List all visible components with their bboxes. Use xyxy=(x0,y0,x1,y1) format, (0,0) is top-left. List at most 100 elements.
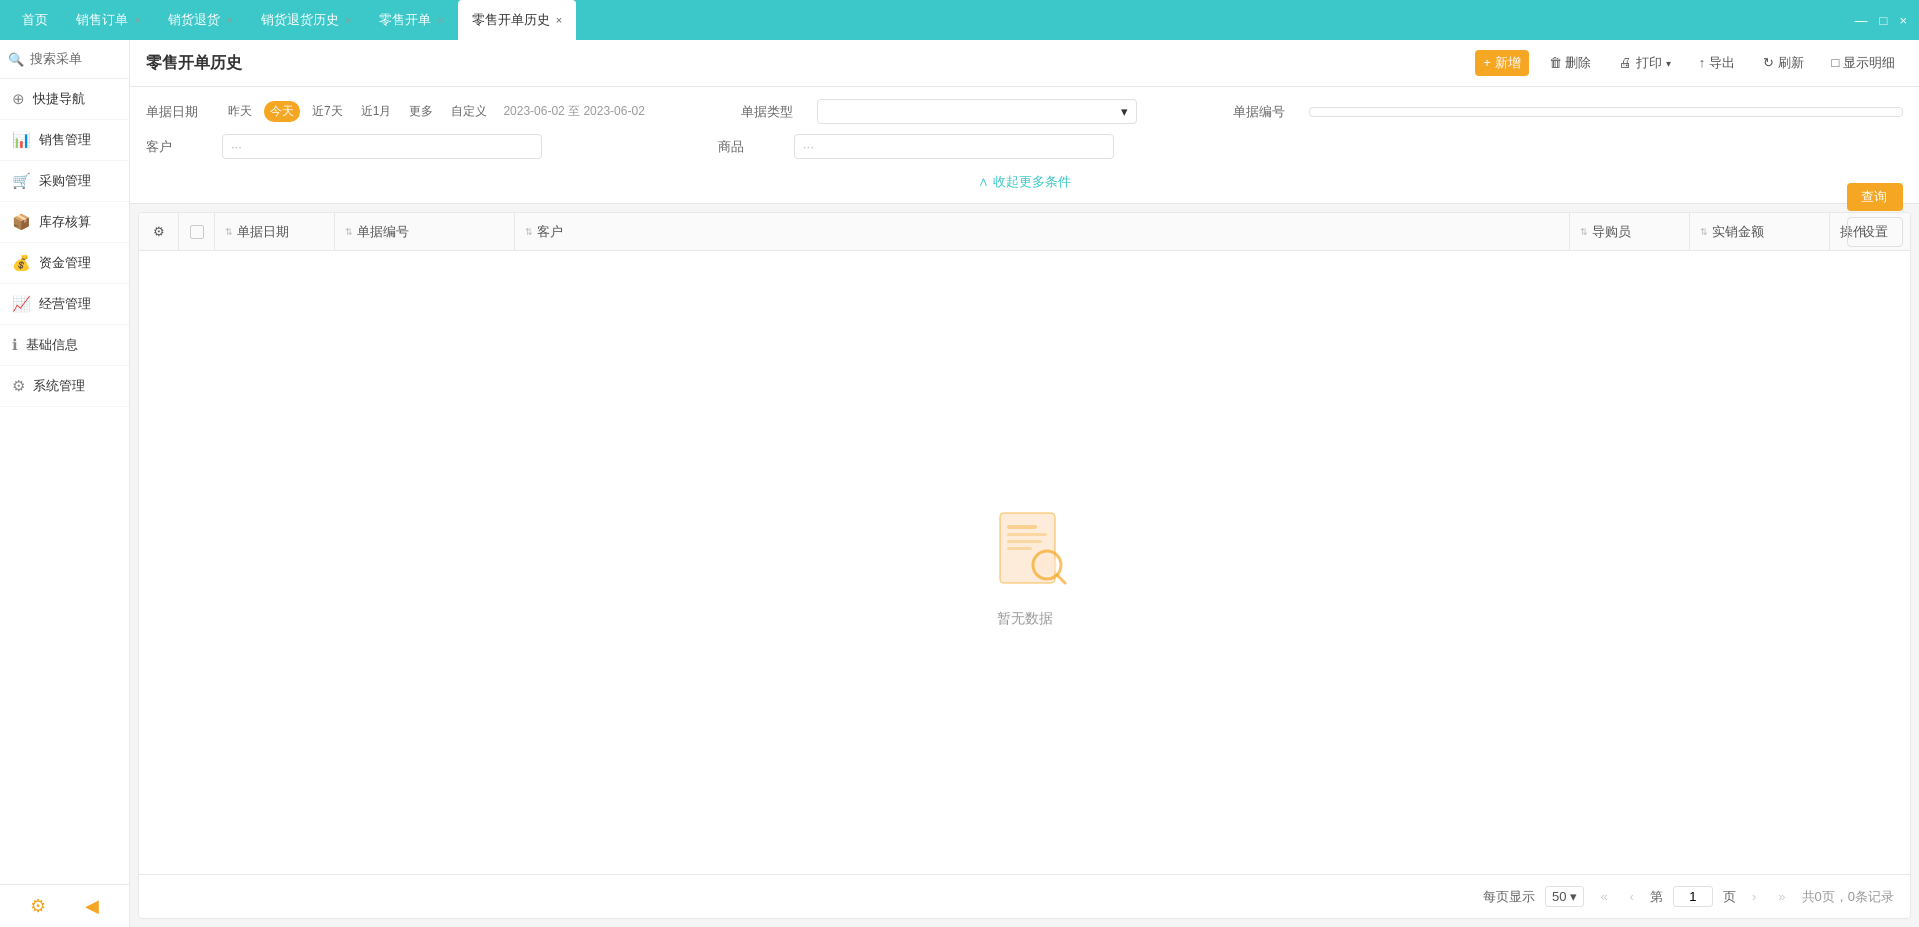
th-number[interactable]: ⇅ 单据编号 xyxy=(335,213,515,250)
th-customer[interactable]: ⇅ 客户 xyxy=(515,213,1570,250)
collapse-row: ∧ 收起更多条件 xyxy=(146,169,1903,191)
export-button[interactable]: ↑ 导出 xyxy=(1691,50,1743,76)
date-opt-custom[interactable]: 自定义 xyxy=(445,101,493,122)
collapse-sidebar-icon[interactable]: ◀ xyxy=(85,895,99,917)
page-page-label: 页 xyxy=(1723,888,1736,906)
query-button[interactable]: 查询 xyxy=(1847,183,1903,211)
nav-tab-close-icon[interactable]: × xyxy=(345,14,351,26)
collapse-button[interactable]: ∧ 收起更多条件 xyxy=(978,173,1071,191)
maximize-btn[interactable]: □ xyxy=(1876,11,1892,30)
sidebar-search-label: 搜索采单 xyxy=(30,50,82,68)
sort-icon-amt: ⇅ xyxy=(1700,227,1708,237)
type-label: 单据类型 xyxy=(741,103,801,121)
th-guide[interactable]: ⇅ 导购员 xyxy=(1570,213,1690,250)
page-title: 零售开单历史 xyxy=(146,53,242,74)
first-page-btn[interactable]: « xyxy=(1594,887,1613,906)
settings-icon: ⚙ xyxy=(153,224,165,239)
add-button[interactable]: + 新增 xyxy=(1475,50,1528,76)
table-header: ⚙ ⇅ 单据日期 ⇅ 单据编号 ⇅ 客户 ⇅ xyxy=(139,213,1910,251)
customer-placeholder: ··· xyxy=(231,139,242,154)
empty-text: 暂无数据 xyxy=(997,610,1053,628)
th-amount[interactable]: ⇅ 实销金额 xyxy=(1690,213,1830,250)
last-page-btn[interactable]: » xyxy=(1772,887,1791,906)
type-select[interactable]: ▾ xyxy=(817,99,1137,124)
svg-rect-2 xyxy=(1007,525,1037,529)
date-opt-1month[interactable]: 近1月 xyxy=(355,101,398,122)
per-page-select[interactable]: 50 ▾ xyxy=(1545,886,1584,907)
date-opt-today[interactable]: 今天 xyxy=(264,101,300,122)
nav-tab-零售开单[interactable]: 零售开单 × xyxy=(365,0,457,40)
nav-tabs: 首页销售订单×销货退货×销货退货历史×零售开单×零售开单历史× xyxy=(8,0,1851,40)
select-all-checkbox[interactable] xyxy=(190,225,204,239)
sidebar-item-采购管理[interactable]: 🛒 采购管理 xyxy=(0,161,129,202)
settings-bottom-icon[interactable]: ⚙ xyxy=(30,895,46,917)
nav-tab-close-icon[interactable]: × xyxy=(437,14,443,26)
sidebar-item-label: 资金管理 xyxy=(39,254,91,272)
per-page-value: 50 xyxy=(1552,889,1566,904)
th-date[interactable]: ⇅ 单据日期 xyxy=(215,213,335,250)
nav-tab-close-icon[interactable]: × xyxy=(226,14,232,26)
sidebar-item-销售管理[interactable]: 📊 销售管理 xyxy=(0,120,129,161)
number-label: 单据编号 xyxy=(1233,103,1293,121)
date-options: 昨天 今天 近7天 近1月 更多 自定义 2023-06-02 至 2023-0… xyxy=(222,101,645,122)
sidebar-item-库存核算[interactable]: 📦 库存核算 xyxy=(0,202,129,243)
sidebar-item-label: 快捷导航 xyxy=(33,90,85,108)
next-page-btn[interactable]: › xyxy=(1746,887,1762,906)
nav-tab-label: 零售开单历史 xyxy=(472,11,550,29)
number-input[interactable] xyxy=(1309,107,1903,117)
nav-tab-close-icon[interactable]: × xyxy=(134,14,140,26)
nav-tab-close-icon[interactable]: × xyxy=(556,14,562,26)
nav-tab-label: 销货退货 xyxy=(168,11,220,29)
top-nav-bar: 首页销售订单×销货退货×销货退货历史×零售开单×零售开单历史× — □ × xyxy=(0,0,1919,40)
date-opt-yesterday[interactable]: 昨天 xyxy=(222,101,258,122)
svg-point-7 xyxy=(1037,555,1057,575)
per-page-label: 每页显示 xyxy=(1483,888,1535,906)
refresh-button[interactable]: ↻ 刷新 xyxy=(1755,50,1812,76)
close-window-btn[interactable]: × xyxy=(1895,11,1911,30)
print-dropdown-icon[interactable]: ▾ xyxy=(1666,58,1671,69)
sidebar-search[interactable]: 🔍 搜索采单 xyxy=(0,40,129,79)
sidebar-item-icon: 📈 xyxy=(12,295,31,313)
minimize-btn[interactable]: — xyxy=(1851,11,1872,30)
customer-input[interactable]: ··· xyxy=(222,134,542,159)
nav-tab-label: 零售开单 xyxy=(379,11,431,29)
filter-row-2: 客户 ··· 商品 ··· xyxy=(146,134,1903,159)
sidebar-item-快捷导航[interactable]: ⊕ 快捷导航 xyxy=(0,79,129,120)
date-opt-more[interactable]: 更多 xyxy=(403,101,439,122)
nav-tab-零售开单历史[interactable]: 零售开单历史 × xyxy=(458,0,576,40)
sidebar-bottom: ⚙ ◀ xyxy=(0,884,129,927)
nav-tab-首页[interactable]: 首页 xyxy=(8,0,62,40)
print-button[interactable]: 🖨 打印 ▾ xyxy=(1611,50,1679,76)
sidebar-item-label: 基础信息 xyxy=(26,336,78,354)
nav-tab-销货退货[interactable]: 销货退货 × xyxy=(154,0,246,40)
th-customer-label: 客户 xyxy=(537,223,563,241)
query-settings-buttons: 查询设置 xyxy=(1847,183,1903,247)
sidebar-item-label: 系统管理 xyxy=(33,377,85,395)
display-detail-button[interactable]: □ 显示明细 xyxy=(1824,50,1903,76)
sidebar-item-系统管理[interactable]: ⚙ 系统管理 xyxy=(0,366,129,407)
sidebar-item-资金管理[interactable]: 💰 资金管理 xyxy=(0,243,129,284)
current-page-input[interactable] xyxy=(1673,886,1713,907)
delete-button[interactable]: 🗑 删除 xyxy=(1541,50,1600,76)
sidebar-item-icon: ⊕ xyxy=(12,90,25,108)
nav-tab-label: 销售订单 xyxy=(76,11,128,29)
sidebar-item-label: 库存核算 xyxy=(39,213,91,231)
th-check[interactable] xyxy=(179,213,215,250)
sidebar-item-经营管理[interactable]: 📈 经营管理 xyxy=(0,284,129,325)
date-label: 单据日期 xyxy=(146,103,206,121)
sidebar-item-基础信息[interactable]: ℹ 基础信息 xyxy=(0,325,129,366)
prev-page-btn[interactable]: ‹ xyxy=(1624,887,1640,906)
per-page-dropdown-icon: ▾ xyxy=(1570,889,1577,904)
sidebar-item-icon: 📦 xyxy=(12,213,31,231)
svg-rect-4 xyxy=(1007,540,1042,543)
sort-icon: ⇅ xyxy=(225,227,233,237)
main-layout: 🔍 搜索采单 ⊕ 快捷导航 📊 销售管理 🛒 采购管理 📦 库存核算 💰 资金管… xyxy=(0,40,1919,927)
nav-tab-销货退货历史[interactable]: 销货退货历史× xyxy=(247,0,365,40)
date-opt-7days[interactable]: 近7天 xyxy=(306,101,349,122)
page-total: 共0页，0条记录 xyxy=(1802,888,1894,906)
nav-tab-label: 首页 xyxy=(22,11,48,29)
nav-tab-销售订单[interactable]: 销售订单 × xyxy=(62,0,154,40)
goods-input[interactable]: ··· xyxy=(794,134,1114,159)
settings-query-button[interactable]: 设置 xyxy=(1847,217,1903,247)
th-settings[interactable]: ⚙ xyxy=(139,213,179,250)
